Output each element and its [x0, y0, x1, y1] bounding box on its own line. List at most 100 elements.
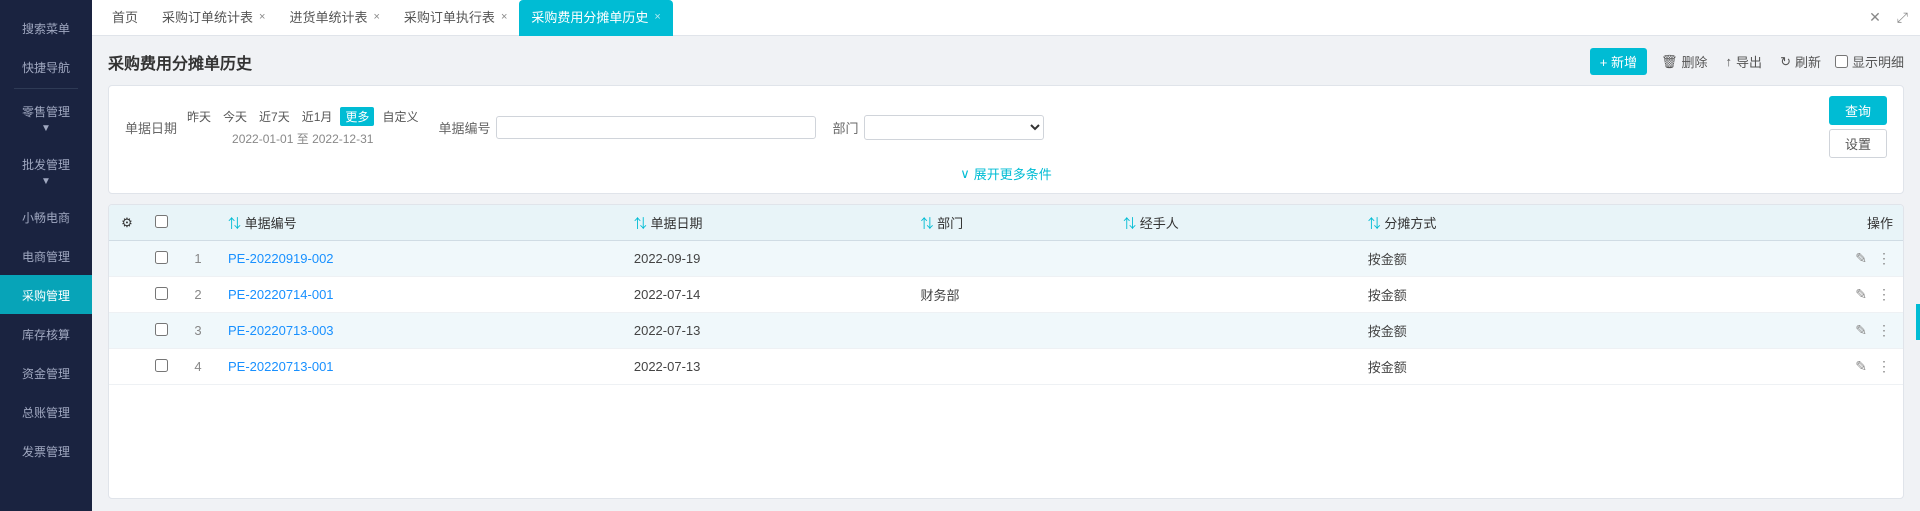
date-btn-more[interactable]: 更多: [340, 107, 374, 126]
date-btn-today[interactable]: 今天: [219, 107, 251, 126]
doc-no-input[interactable]: [496, 116, 816, 139]
main-content: 首页 采购订单统计表 × 进货单统计表 × 采购订单执行表 × 采购费用分摊单历…: [92, 0, 1920, 511]
doc-no-link[interactable]: PE-20220714-001: [228, 287, 334, 302]
row-checkbox-cell[interactable]: [145, 313, 178, 349]
tab-close-icon[interactable]: ×: [259, 11, 265, 23]
sidebar-item-finance[interactable]: 资金管理: [0, 353, 92, 392]
row-num: 4: [178, 349, 218, 385]
sidebar-item-purchase[interactable]: 采购管理: [0, 275, 92, 314]
dept-filter: 部门: [832, 115, 1044, 140]
dept-column-header[interactable]: ⇅ 部门: [911, 205, 1114, 241]
sort-icon: ⇅: [228, 216, 241, 231]
edit-icon[interactable]: ✎: [1853, 320, 1869, 341]
refresh-button[interactable]: ↻ 刷新: [1776, 50, 1825, 73]
date-btn-yesterday[interactable]: 昨天: [183, 107, 215, 126]
row-split-method: 按金额: [1358, 313, 1645, 349]
export-button[interactable]: ↑ 导出: [1722, 50, 1767, 73]
select-all-checkbox[interactable]: [155, 215, 168, 228]
page-header: 采购费用分摊单历史 + 新增 🗑 删除 ↑ 导出 ↻ 刷新 显示明细: [108, 48, 1904, 75]
row-split-method: 按金额: [1358, 241, 1645, 277]
tab-close-icon[interactable]: ×: [373, 11, 379, 23]
sort-icon: ⇅: [634, 216, 647, 231]
show-cols-checkbox[interactable]: [1835, 55, 1848, 68]
date-btn-custom[interactable]: 自定义: [378, 107, 422, 126]
date-filter-label: 单据日期: [125, 118, 177, 137]
dept-label: 部门: [832, 118, 858, 137]
tab-purchase-cost-history[interactable]: 采购费用分摊单历史 ×: [519, 0, 672, 36]
sidebar-item-ecommerce[interactable]: 电商管理: [0, 236, 92, 275]
doc-no-link[interactable]: PE-20220713-003: [228, 323, 334, 338]
row-handler: [1113, 277, 1358, 313]
table-body: 1 PE-20220919-002 2022-09-19 按金额 ✎ ⋮ 2 P…: [109, 241, 1903, 385]
date-btn-1month[interactable]: 近1月: [298, 107, 337, 126]
date-filter: 单据日期 昨天 今天 近7天 近1月 更多 自定义 2022-01-01 至 2…: [125, 107, 422, 147]
dept-select[interactable]: [864, 115, 1044, 140]
tab-purchase-order-stats[interactable]: 采购订单统计表 ×: [150, 0, 277, 36]
more-icon[interactable]: ⋮: [1875, 320, 1893, 341]
more-icon[interactable]: ⋮: [1875, 284, 1893, 305]
delete-button[interactable]: 🗑 删除: [1657, 50, 1712, 73]
add-button[interactable]: + 新增: [1590, 48, 1647, 75]
row-checkbox-cell[interactable]: [145, 277, 178, 313]
sort-icon: ⇅: [921, 216, 934, 231]
gear-column-header[interactable]: ⚙: [109, 205, 145, 241]
expand-more-btn[interactable]: ∨ 展开更多条件: [960, 164, 1052, 183]
refresh-icon: ↻: [1780, 54, 1791, 70]
row-gear: [109, 349, 145, 385]
filter-settings-button[interactable]: 设置: [1829, 129, 1887, 158]
split-method-column-header[interactable]: ⇅ 分摊方式: [1358, 205, 1645, 241]
search-button[interactable]: 查询: [1829, 96, 1887, 125]
sidebar-item-ecommerce-small[interactable]: 小畅电商: [0, 197, 92, 236]
doc-date-column-header[interactable]: ⇅ 单据日期: [624, 205, 911, 241]
tab-purchase-goods-stats[interactable]: 进货单统计表 ×: [277, 0, 391, 36]
page-body: 采购费用分摊单历史 + 新增 🗑 删除 ↑ 导出 ↻ 刷新 显示明细: [92, 36, 1920, 511]
row-doc-date: 2022-07-13: [624, 349, 911, 385]
export-icon: ↑: [1726, 54, 1733, 69]
tab-close-icon[interactable]: ×: [654, 11, 660, 23]
sidebar-item-general-ledger[interactable]: 总账管理: [0, 392, 92, 431]
row-actions: ✎ ⋮: [1644, 349, 1903, 385]
table-row: 4 PE-20220713-001 2022-07-13 按金额 ✎ ⋮: [109, 349, 1903, 385]
show-cols-label[interactable]: 显示明细: [1835, 52, 1904, 71]
date-btn-7days[interactable]: 近7天: [255, 107, 294, 126]
row-checkbox-cell[interactable]: [145, 241, 178, 277]
more-icon[interactable]: ⋮: [1875, 356, 1893, 377]
more-icon[interactable]: ⋮: [1875, 248, 1893, 269]
row-gear: [109, 313, 145, 349]
sidebar-divider: [14, 88, 78, 89]
row-num: 2: [178, 277, 218, 313]
table-row: 3 PE-20220713-003 2022-07-13 按金额 ✎ ⋮: [109, 313, 1903, 349]
row-split-method: 按金额: [1358, 349, 1645, 385]
doc-no-label: 单据编号: [438, 118, 490, 137]
row-doc-no: PE-20220714-001: [218, 277, 624, 313]
sidebar-item-search-menu[interactable]: 搜索菜单: [0, 8, 92, 47]
row-gear: [109, 277, 145, 313]
row-checkbox[interactable]: [155, 359, 168, 372]
maximize-window-icon[interactable]: ⤢: [1893, 7, 1912, 28]
tab-home[interactable]: 首页: [100, 0, 150, 36]
doc-no-link[interactable]: PE-20220919-002: [228, 251, 334, 266]
row-handler: [1113, 349, 1358, 385]
doc-no-link[interactable]: PE-20220713-001: [228, 359, 334, 374]
sidebar-item-retail[interactable]: 零售管理 ▼: [0, 91, 92, 144]
close-window-icon[interactable]: ✕: [1865, 7, 1885, 28]
sidebar-item-invoice[interactable]: 发票管理: [0, 431, 92, 470]
row-doc-date: 2022-07-14: [624, 277, 911, 313]
row-checkbox[interactable]: [155, 251, 168, 264]
row-checkbox-cell[interactable]: [145, 349, 178, 385]
sidebar-item-wholesale[interactable]: 批发管理 ▼: [0, 144, 92, 197]
edit-icon[interactable]: ✎: [1853, 248, 1869, 269]
active-indicator-icon: [1916, 304, 1920, 340]
handler-column-header[interactable]: ⇅ 经手人: [1113, 205, 1358, 241]
row-checkbox[interactable]: [155, 287, 168, 300]
row-actions: ✎ ⋮: [1644, 313, 1903, 349]
sidebar-item-inventory[interactable]: 库存核算: [0, 314, 92, 353]
sidebar-item-quick-nav[interactable]: 快捷导航: [0, 47, 92, 86]
edit-icon[interactable]: ✎: [1853, 284, 1869, 305]
doc-no-column-header[interactable]: ⇅ 单据编号: [218, 205, 624, 241]
row-dept: 财务部: [911, 277, 1114, 313]
tab-purchase-order-exec[interactable]: 采购订单执行表 ×: [392, 0, 519, 36]
edit-icon[interactable]: ✎: [1853, 356, 1869, 377]
tab-close-icon[interactable]: ×: [501, 11, 507, 23]
row-checkbox[interactable]: [155, 323, 168, 336]
